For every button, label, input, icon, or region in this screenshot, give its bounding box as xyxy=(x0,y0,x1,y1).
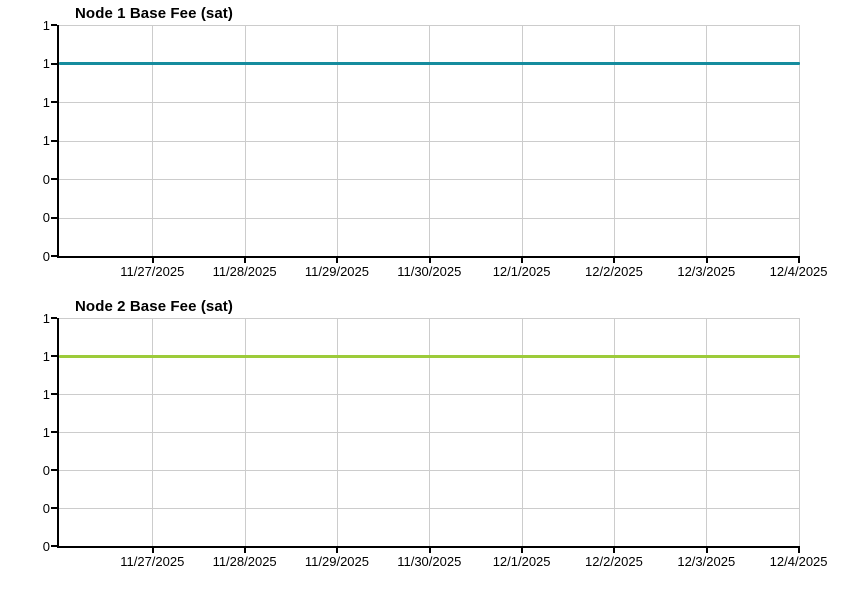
y-axis-tick xyxy=(51,355,57,357)
chart-canvas: { "palette": { "background": "#FFFFFF", … xyxy=(0,0,860,600)
x-tick-label: 12/3/2025 xyxy=(677,264,736,279)
gridline-vertical xyxy=(798,25,800,256)
x-axis-tick xyxy=(151,258,154,263)
y-axis-tick xyxy=(51,24,57,26)
y-tick-label: 0 xyxy=(42,538,50,554)
x-tick-label: 11/28/2025 xyxy=(212,264,277,279)
node1-base-fee-chart: Node 1 Base Fee (sat) 1 1 1 1 0 0 0 11/27/2025 1… xyxy=(0,0,860,290)
gridline-vertical xyxy=(336,318,338,546)
x-axis-tick xyxy=(613,258,616,263)
x-tick-label: 12/2/2025 xyxy=(585,264,643,279)
x-axis-tick xyxy=(336,258,339,263)
y-tick-label: 1 xyxy=(42,386,50,402)
y-tick-label: 0 xyxy=(42,500,50,516)
x-tick-label: 11/28/2025 xyxy=(212,554,277,569)
y-axis-tick xyxy=(51,255,57,257)
x-axis-tick xyxy=(613,548,616,553)
x-tick-label: 11/30/2025 xyxy=(397,554,462,569)
y-tick-label: 1 xyxy=(42,56,50,71)
y-axis-tick xyxy=(51,545,57,547)
node2-base-fee-chart: Node 2 Base Fee (sat) 1 1 1 1 0 0 0 11/27/2025 1… xyxy=(0,293,860,600)
gridline-vertical xyxy=(613,318,615,546)
y-axis-tick xyxy=(51,393,57,395)
x-tick-label: 11/29/2025 xyxy=(304,554,369,569)
y-tick-label: 0 xyxy=(42,248,50,264)
gridline-vertical xyxy=(429,318,431,546)
gridline-vertical xyxy=(152,25,154,256)
y-tick-label: 0 xyxy=(42,171,50,187)
y-axis-tick xyxy=(51,178,57,180)
y-axis-tick xyxy=(51,139,57,142)
plot-area: 1 1 1 1 0 0 0 11/27/2025 11/28/2025 11/29/2025 11/… xyxy=(43,311,828,570)
series-line xyxy=(59,354,800,358)
y-axis-tick xyxy=(51,216,57,219)
gridline-vertical xyxy=(521,318,523,546)
chart-title: Node 1 Base Fee (sat) xyxy=(75,5,233,22)
x-axis-tick xyxy=(244,258,247,263)
x-tick-label: 11/27/2025 xyxy=(120,554,185,569)
y-tick-label: 1 xyxy=(42,310,50,326)
y-tick-label: 1 xyxy=(42,94,50,110)
y-axis-tick xyxy=(51,469,57,471)
gridline-vertical xyxy=(429,25,431,256)
x-tick-label: 12/4/2025 xyxy=(769,264,828,279)
x-axis-tick xyxy=(521,258,524,263)
x-tick-label: 11/29/2025 xyxy=(304,264,369,279)
y-axis-tick xyxy=(51,507,57,509)
x-tick-label: 12/1/2025 xyxy=(492,264,551,279)
x-tick-label: 11/30/2025 xyxy=(397,264,462,279)
plot-area: 1 1 1 1 0 0 0 11/27/2025 11/28/2025 11/29/2025 11/… xyxy=(43,18,828,280)
y-axis-tick xyxy=(51,431,57,433)
x-tick-label: 11/27/2025 xyxy=(120,264,185,279)
x-axis-tick xyxy=(336,548,339,553)
y-tick-label: 0 xyxy=(42,462,50,478)
gridline-vertical xyxy=(798,318,800,546)
chart-title: Node 2 Base Fee (sat) xyxy=(75,298,233,315)
y-tick-label: 1 xyxy=(42,424,50,440)
x-axis-tick xyxy=(521,548,524,553)
x-tick-label: 12/2/2025 xyxy=(585,554,643,569)
gridline-vertical xyxy=(706,25,708,256)
x-tick-label: 12/4/2025 xyxy=(769,554,828,569)
gridline-vertical xyxy=(706,318,708,546)
x-axis-tick xyxy=(151,548,154,553)
x-axis-tick xyxy=(705,258,708,263)
y-axis-tick xyxy=(51,101,57,103)
x-axis-tick xyxy=(705,548,708,553)
x-axis-tick xyxy=(428,258,431,263)
y-tick-label: 1 xyxy=(42,133,50,148)
x-axis-tick xyxy=(798,548,801,553)
gridline-vertical xyxy=(244,318,246,546)
y-tick-label: 0 xyxy=(42,210,50,225)
x-axis-tick xyxy=(798,258,801,263)
y-axis-tick xyxy=(51,62,57,65)
x-axis-tick xyxy=(244,548,247,553)
x-tick-label: 12/3/2025 xyxy=(677,554,736,569)
x-axis-tick xyxy=(428,548,431,553)
gridline-vertical xyxy=(521,25,523,256)
gridline-vertical xyxy=(613,25,615,256)
x-tick-label: 12/1/2025 xyxy=(492,554,551,569)
y-tick-label: 1 xyxy=(42,348,50,364)
gridline-vertical xyxy=(244,25,246,256)
gridline-vertical xyxy=(152,318,154,546)
series-line xyxy=(59,62,800,65)
gridline-vertical xyxy=(336,25,338,256)
y-tick-label: 1 xyxy=(42,17,50,33)
y-axis-tick xyxy=(51,317,57,319)
